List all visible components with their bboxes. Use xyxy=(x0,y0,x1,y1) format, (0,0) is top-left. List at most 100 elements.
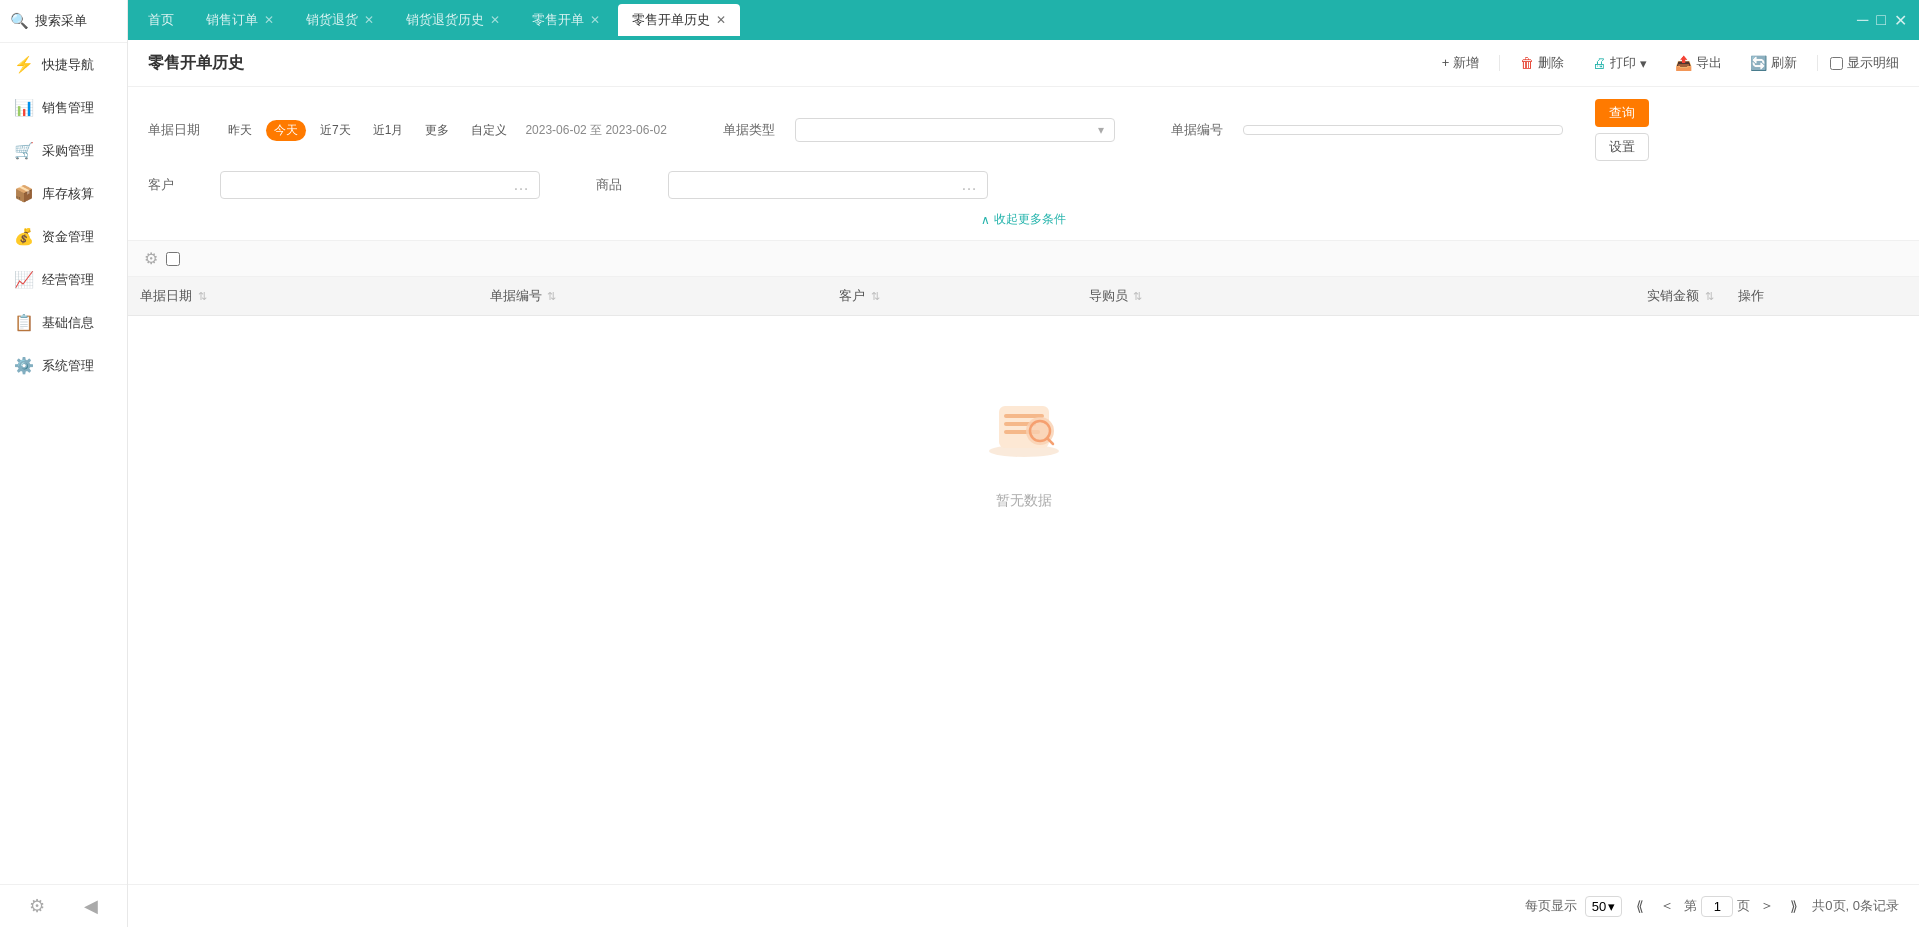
goods-dots[interactable]: … xyxy=(961,176,977,194)
th-date[interactable]: 单据日期 ⇅ xyxy=(128,277,478,316)
show-detail-checkbox[interactable]: 显示明细 xyxy=(1830,54,1899,72)
table-settings-icon[interactable]: ⚙ xyxy=(144,249,158,268)
select-all-checkbox[interactable] xyxy=(166,252,180,266)
sidebar-item-label: 库存核算 xyxy=(42,185,94,203)
th-guide[interactable]: 导购员 ⇅ xyxy=(1077,277,1377,316)
tab-retail-open[interactable]: 零售开单 ✕ xyxy=(518,4,614,36)
settings-footer-icon[interactable]: ⚙ xyxy=(29,895,45,917)
page-next-btn[interactable]: ＞ xyxy=(1754,895,1780,917)
tab-retail-history-close[interactable]: ✕ xyxy=(716,13,726,27)
sort-date-icon[interactable]: ⇅ xyxy=(198,290,207,302)
number-input[interactable] xyxy=(1243,125,1563,135)
th-date-label: 单据日期 xyxy=(140,288,192,303)
tab-sales-return-history[interactable]: 销货退货历史 ✕ xyxy=(392,4,514,36)
sidebar-item-sales-mgmt[interactable]: 📊 销售管理 xyxy=(0,86,127,129)
th-number[interactable]: 单据编号 ⇅ xyxy=(478,277,828,316)
delete-icon: 🗑 xyxy=(1520,55,1534,71)
settings-button[interactable]: 设置 xyxy=(1595,133,1649,161)
date-label: 单据日期 xyxy=(148,121,204,139)
inventory-icon: 📦 xyxy=(14,184,34,203)
sidebar-item-basic-info[interactable]: 📋 基础信息 xyxy=(0,301,127,344)
tab-home[interactable]: 首页 xyxy=(134,4,188,36)
basic-info-icon: 📋 xyxy=(14,313,34,332)
tab-retail-history[interactable]: 零售开单历史 ✕ xyxy=(618,4,740,36)
sidebar-item-label: 经营管理 xyxy=(42,271,94,289)
table-wrap: 单据日期 ⇅ 单据编号 ⇅ 客户 ⇅ 导购员 ⇅ xyxy=(128,277,1919,884)
sidebar-item-finance[interactable]: 💰 资金管理 xyxy=(0,215,127,258)
filter-row-2: 客户 … 商品 … xyxy=(148,171,1899,199)
search-icon: 🔍 xyxy=(10,12,29,30)
type-select[interactable]: ▾ xyxy=(795,118,1115,142)
print-button[interactable]: 🖨 打印 ▾ xyxy=(1584,50,1655,76)
date-opt-7days[interactable]: 近7天 xyxy=(312,120,359,141)
sidebar: 🔍 搜索采单 ⚡ 快捷导航 📊 销售管理 🛒 采购管理 📦 库存核算 💰 资金管… xyxy=(0,0,128,927)
page-first-btn[interactable]: ⟪ xyxy=(1630,896,1650,916)
print-label: 打印 xyxy=(1610,54,1636,72)
date-opt-more[interactable]: 更多 xyxy=(417,120,457,141)
th-number-label: 单据编号 xyxy=(490,288,542,303)
page-input[interactable] xyxy=(1701,896,1733,917)
th-amount[interactable]: 实销金额 ⇅ xyxy=(1376,277,1726,316)
close-window-icon[interactable]: ✕ xyxy=(1894,11,1907,30)
goods-input[interactable]: … xyxy=(668,171,988,199)
collapse-sidebar-icon[interactable]: ◀ xyxy=(84,895,98,917)
tab-sales-order[interactable]: 销售订单 ✕ xyxy=(192,4,288,36)
th-customer-label: 客户 xyxy=(839,288,865,303)
sort-guide-icon[interactable]: ⇅ xyxy=(1133,290,1142,302)
type-label: 单据类型 xyxy=(723,121,779,139)
minimize-icon[interactable]: ─ xyxy=(1857,11,1868,29)
tab-sales-return[interactable]: 销货退货 ✕ xyxy=(292,4,388,36)
tab-retail-open-label: 零售开单 xyxy=(532,11,584,29)
sidebar-item-label: 采购管理 xyxy=(42,142,94,160)
filter-area: 单据日期 昨天 今天 近7天 近1月 更多 自定义 2023-06-02 至 2… xyxy=(128,87,1919,241)
sidebar-search[interactable]: 🔍 搜索采单 xyxy=(0,0,127,43)
tab-sales-return-close[interactable]: ✕ xyxy=(364,13,374,27)
date-opt-yesterday[interactable]: 昨天 xyxy=(220,120,260,141)
customer-input[interactable]: … xyxy=(220,171,540,199)
add-button[interactable]: + 新增 xyxy=(1434,50,1487,76)
tabs-bar: 首页 销售订单 ✕ 销货退货 ✕ 销货退货历史 ✕ 零售开单 ✕ 零售开单历史 … xyxy=(128,0,1919,40)
date-opt-custom[interactable]: 自定义 xyxy=(463,120,515,141)
show-detail-input[interactable] xyxy=(1830,57,1843,70)
sidebar-item-purchase-mgmt[interactable]: 🛒 采购管理 xyxy=(0,129,127,172)
collapse-bar[interactable]: ∧ 收起更多条件 xyxy=(148,209,1899,230)
search-label: 搜索采单 xyxy=(35,12,87,30)
main-content: 首页 销售订单 ✕ 销货退货 ✕ 销货退货历史 ✕ 零售开单 ✕ 零售开单历史 … xyxy=(128,0,1919,927)
th-action: 操作 xyxy=(1726,277,1919,316)
sort-number-icon[interactable]: ⇅ xyxy=(547,290,556,302)
sidebar-item-inventory[interactable]: 📦 库存核算 xyxy=(0,172,127,215)
finance-icon: 💰 xyxy=(14,227,34,246)
date-opt-1month[interactable]: 近1月 xyxy=(365,120,412,141)
sidebar-item-operations[interactable]: 📈 经营管理 xyxy=(0,258,127,301)
collapse-label: 收起更多条件 xyxy=(994,211,1066,228)
query-button[interactable]: 查询 xyxy=(1595,99,1649,127)
date-opt-today[interactable]: 今天 xyxy=(266,120,306,141)
delete-button[interactable]: 🗑 删除 xyxy=(1512,50,1572,76)
filter-row-1: 单据日期 昨天 今天 近7天 近1月 更多 自定义 2023-06-02 至 2… xyxy=(148,99,1899,161)
sort-amount-icon[interactable]: ⇅ xyxy=(1705,290,1714,302)
th-customer[interactable]: 客户 ⇅ xyxy=(827,277,1076,316)
number-label: 单据编号 xyxy=(1171,121,1227,139)
tab-sales-order-close[interactable]: ✕ xyxy=(264,13,274,27)
tab-retail-open-close[interactable]: ✕ xyxy=(590,13,600,27)
customer-dots[interactable]: … xyxy=(513,176,529,194)
page-prev-btn[interactable]: ＜ xyxy=(1654,895,1680,917)
export-button[interactable]: 📤 导出 xyxy=(1667,50,1730,76)
maximize-icon[interactable]: □ xyxy=(1876,11,1886,29)
refresh-button[interactable]: 🔄 刷新 xyxy=(1742,50,1805,76)
tab-sales-return-history-close[interactable]: ✕ xyxy=(490,13,500,27)
th-amount-label: 实销金额 xyxy=(1647,288,1699,303)
page-last-btn[interactable]: ⟫ xyxy=(1784,896,1804,916)
per-page-select[interactable]: 50 ▾ xyxy=(1585,896,1622,917)
sidebar-item-quick-nav[interactable]: ⚡ 快捷导航 xyxy=(0,43,127,86)
refresh-icon: 🔄 xyxy=(1750,55,1767,71)
tab-sales-return-label: 销货退货 xyxy=(306,11,358,29)
system-icon: ⚙️ xyxy=(14,356,34,375)
export-icon: 📤 xyxy=(1675,55,1692,71)
tab-sales-return-history-label: 销货退货历史 xyxy=(406,11,484,29)
sidebar-item-system[interactable]: ⚙️ 系统管理 xyxy=(0,344,127,387)
page-total: 共0页, 0条记录 xyxy=(1812,897,1899,915)
th-action-label: 操作 xyxy=(1738,288,1764,303)
page-nav: ⟪ ＜ 第 页 ＞ ⟫ xyxy=(1630,895,1804,917)
sort-customer-icon[interactable]: ⇅ xyxy=(871,290,880,302)
